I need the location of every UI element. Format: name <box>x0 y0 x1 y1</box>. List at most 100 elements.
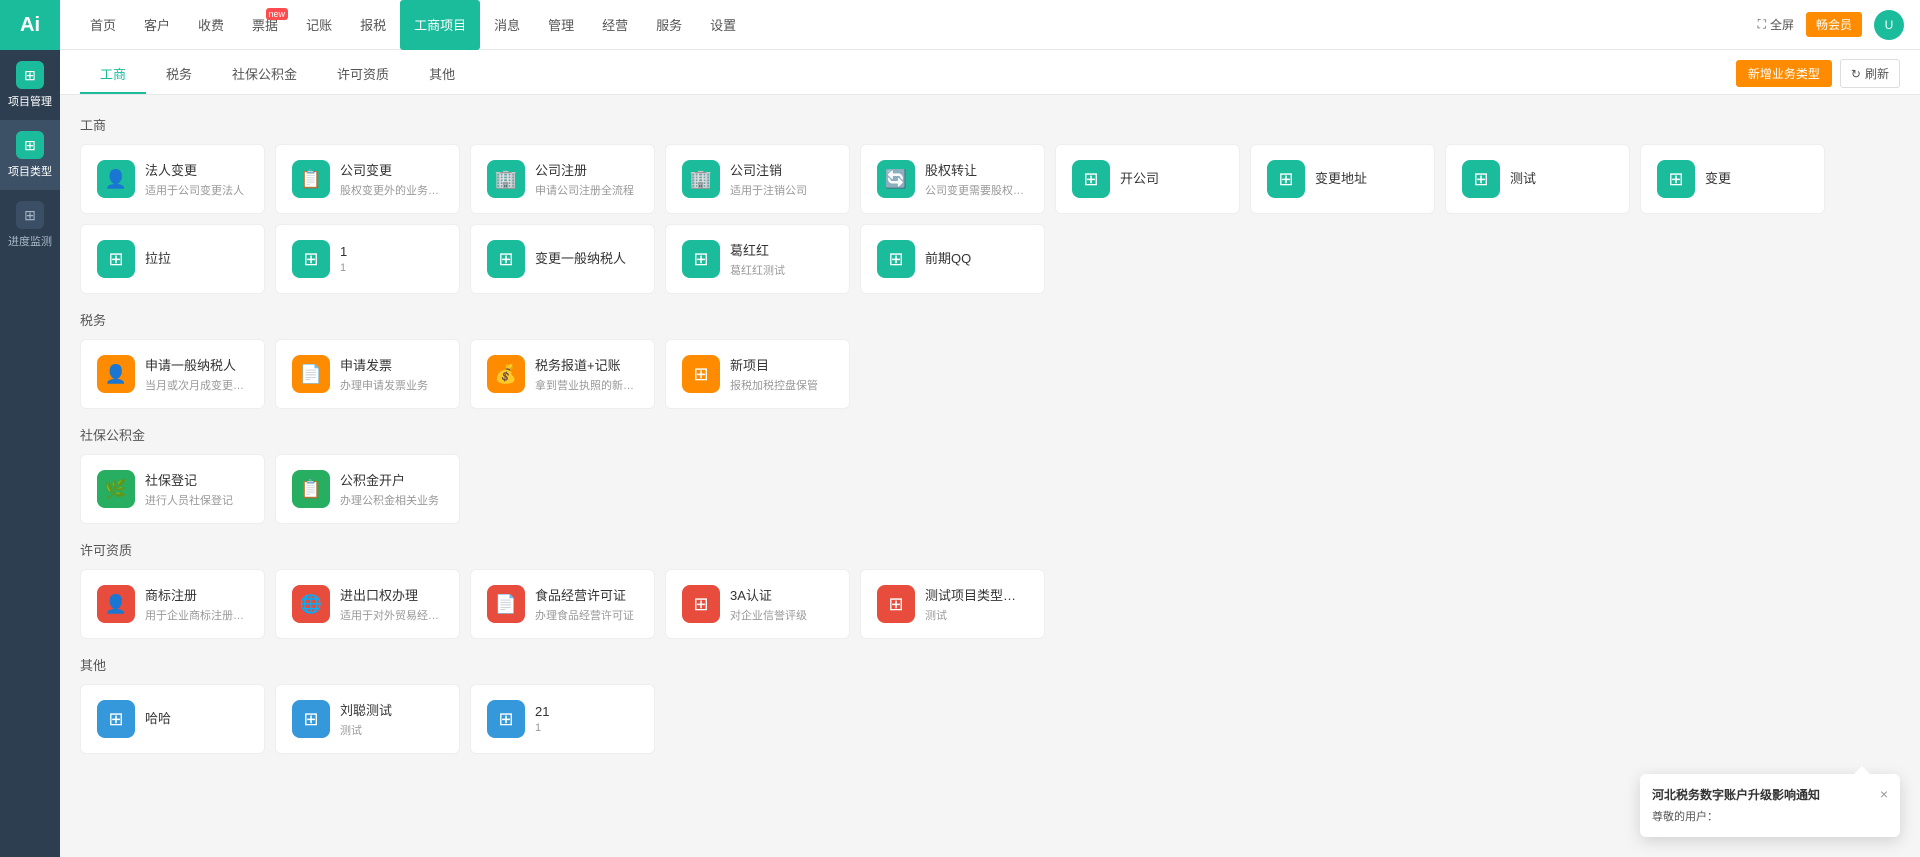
import-export-title: 进出口权办理 <box>340 585 443 604</box>
card-equity-transfer[interactable]: 🔄 股权转让 公司变更需要股权转让 <box>860 144 1045 214</box>
sidebar-item-project-type[interactable]: ⊞ 项目类型 <box>0 120 60 190</box>
sidebar-item-label-project-type: 项目类型 <box>8 163 52 179</box>
refresh-icon: ↻ <box>1851 67 1861 81</box>
card-open-company[interactable]: ⊞ 开公司 <box>1055 144 1240 214</box>
card-num21[interactable]: ⊞ 21 1 <box>470 684 655 754</box>
test-type-def-title: 测试项目类型目定义 <box>925 585 1028 604</box>
change-tax-title: 变更一般纳税人 <box>535 248 638 267</box>
legal-change-icon: 👤 <box>97 160 135 198</box>
nav-invoice[interactable]: 票据 new <box>238 0 292 50</box>
nav-management[interactable]: 管理 <box>534 0 588 50</box>
card-food-license[interactable]: 📄 食品经营许可证 办理食品经营许可证 <box>470 569 655 639</box>
company-change-icon: 📋 <box>292 160 330 198</box>
tabs-right: 新增业务类型 ↻ 刷新 <box>1736 59 1900 94</box>
card-num1[interactable]: ⊞ 1 1 <box>275 224 460 294</box>
ge-hong-hong-icon: ⊞ <box>682 240 720 278</box>
member-button[interactable]: 畅会员 <box>1806 12 1862 37</box>
license-section: 许可资质 👤 商标注册 用于企业商标注册服务 🌐 进出口权办理 适用于对外 <box>80 540 1900 639</box>
haha-icon: ⊞ <box>97 700 135 738</box>
num21-icon: ⊞ <box>487 700 525 738</box>
tax-section-title: 税务 <box>80 310 1900 329</box>
test-icon: ⊞ <box>1462 160 1500 198</box>
card-lala[interactable]: ⊞ 拉拉 <box>80 224 265 294</box>
nav-client[interactable]: 客户 <box>130 0 184 50</box>
card-liu-ce-test[interactable]: ⊞ 刘聪测试 测试 <box>275 684 460 754</box>
tab-industry[interactable]: 工商 <box>80 54 146 94</box>
sidebar-logo[interactable]: Ai <box>0 0 60 50</box>
card-apply-tax[interactable]: 👤 申请一般纳税人 当月或次月成变更完成 <box>80 339 265 409</box>
tab-other[interactable]: 其他 <box>409 54 475 94</box>
avatar[interactable]: U <box>1874 10 1904 40</box>
card-new-project[interactable]: ⊞ 新项目 报税加税控盘保管 <box>665 339 850 409</box>
num21-desc: 1 <box>535 722 638 734</box>
ge-hong-hong-desc: 葛红红测试 <box>730 262 833 278</box>
project-type-icon: ⊞ <box>16 131 44 159</box>
card-3a-cert[interactable]: ⊞ 3A认证 对企业信誉评级 <box>665 569 850 639</box>
nav-settings[interactable]: 设置 <box>696 0 750 50</box>
sidebar-item-progress-monitor[interactable]: ⊞ 进度监测 <box>0 190 60 260</box>
card-social-register[interactable]: 🌿 社保登记 进行人员社保登记 <box>80 454 265 524</box>
social-section: 社保公积金 🌿 社保登记 进行人员社保登记 📋 公积金开户 办理公积金相关 <box>80 425 1900 524</box>
nav-home[interactable]: 首页 <box>76 0 130 50</box>
tab-license[interactable]: 许可资质 <box>317 54 409 94</box>
test-title: 测试 <box>1510 168 1613 187</box>
test-type-def-desc: 测试 <box>925 607 1028 623</box>
nav-billing[interactable]: 收费 <box>184 0 238 50</box>
nav-operations[interactable]: 经营 <box>588 0 642 50</box>
license-cards-grid: 👤 商标注册 用于企业商标注册服务 🌐 进出口权办理 适用于对外贸易经营者 <box>80 569 1900 639</box>
card-company-change[interactable]: 📋 公司变更 股权变更外的业务变更 <box>275 144 460 214</box>
food-license-title: 食品经营许可证 <box>535 585 638 604</box>
tab-social[interactable]: 社保公积金 <box>212 54 317 94</box>
invoice-badge: new <box>266 8 289 21</box>
card-ge-hong-hong[interactable]: ⊞ 葛红红 葛红红测试 <box>665 224 850 294</box>
card-import-export[interactable]: 🌐 进出口权办理 适用于对外贸易经营者 <box>275 569 460 639</box>
tab-tax[interactable]: 税务 <box>146 54 212 94</box>
card-trademark[interactable]: 👤 商标注册 用于企业商标注册服务 <box>80 569 265 639</box>
card-company-cancel[interactable]: 🏢 公司注销 适用于注销公司 <box>665 144 850 214</box>
sidebar-item-project-mgmt[interactable]: ⊞ 项目管理 <box>0 50 60 120</box>
3a-cert-icon: ⊞ <box>682 585 720 623</box>
card-company-register[interactable]: 🏢 公司注册 申请公司注册全流程 <box>470 144 655 214</box>
nav-tax[interactable]: 报税 <box>346 0 400 50</box>
open-company-icon: ⊞ <box>1072 160 1110 198</box>
notification-close-button[interactable]: × <box>1880 786 1888 802</box>
change-icon: ⊞ <box>1657 160 1695 198</box>
change-title: 变更 <box>1705 168 1808 187</box>
add-type-button[interactable]: 新增业务类型 <box>1736 60 1832 87</box>
card-legal-change[interactable]: 👤 法人变更 适用于公司变更法人 <box>80 144 265 214</box>
equity-transfer-icon: 🔄 <box>877 160 915 198</box>
social-register-desc: 进行人员社保登记 <box>145 492 248 508</box>
fullscreen-btn[interactable]: ⛶ 全屏 <box>1758 16 1794 33</box>
license-section-title: 许可资质 <box>80 540 1900 559</box>
industry-cards-grid: 👤 法人变更 适用于公司变更法人 📋 公司变更 股权变更外的业务变更 <box>80 144 1900 294</box>
card-change-tax[interactable]: ⊞ 变更一般纳税人 <box>470 224 655 294</box>
nav-message[interactable]: 消息 <box>480 0 534 50</box>
3a-cert-title: 3A认证 <box>730 585 833 604</box>
nav-bookkeeping[interactable]: 记账 <box>292 0 346 50</box>
card-haha[interactable]: ⊞ 哈哈 <box>80 684 265 754</box>
apply-tax-desc: 当月或次月成变更完成 <box>145 377 248 393</box>
card-early-qq[interactable]: ⊞ 前期QQ <box>860 224 1045 294</box>
card-change[interactable]: ⊞ 变更 <box>1640 144 1825 214</box>
tax-section: 税务 👤 申请一般纳税人 当月或次月成变更完成 📄 申请发票 办理申请发票 <box>80 310 1900 409</box>
card-tax-bookkeeping[interactable]: 💰 税务报道+记账 拿到营业执照的新公司 <box>470 339 655 409</box>
lala-title: 拉拉 <box>145 248 248 267</box>
tabs-bar: 工商 税务 社保公积金 许可资质 其他 新增业务类型 ↻ 刷新 <box>60 50 1920 95</box>
tax-bookkeeping-title: 税务报道+记账 <box>535 355 638 374</box>
card-housing-fund[interactable]: 📋 公积金开户 办理公积金相关业务 <box>275 454 460 524</box>
haha-title: 哈哈 <box>145 708 248 727</box>
notification-popup: 河北税务数字账户升级影响通知 × 尊敬的用户： <box>1640 774 1900 838</box>
num21-title: 21 <box>535 704 638 719</box>
card-test[interactable]: ⊞ 测试 <box>1445 144 1630 214</box>
nav-industry[interactable]: 工商项目 <box>400 0 480 50</box>
company-cancel-icon: 🏢 <box>682 160 720 198</box>
equity-transfer-desc: 公司变更需要股权转让 <box>925 182 1028 198</box>
fullscreen-icon: ⛶ <box>1758 17 1766 32</box>
card-test-type-def[interactable]: ⊞ 测试项目类型目定义 测试 <box>860 569 1045 639</box>
card-change-address[interactable]: ⊞ 变更地址 <box>1250 144 1435 214</box>
topnav-right: ⛶ 全屏 畅会员 U <box>1758 10 1904 40</box>
refresh-button[interactable]: ↻ 刷新 <box>1840 59 1900 88</box>
sidebar-item-label-project-mgmt: 项目管理 <box>8 93 52 109</box>
nav-service[interactable]: 服务 <box>642 0 696 50</box>
card-apply-invoice[interactable]: 📄 申请发票 办理申请发票业务 <box>275 339 460 409</box>
